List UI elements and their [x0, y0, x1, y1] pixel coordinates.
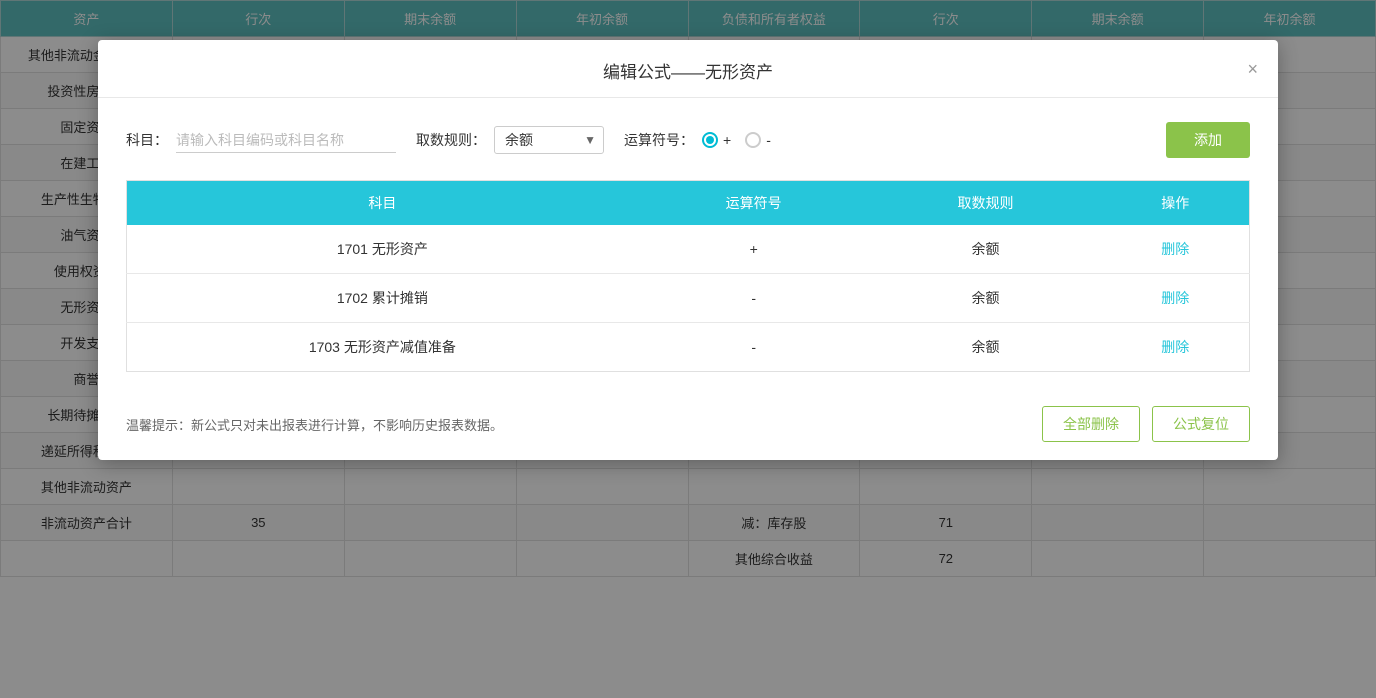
operator-radio-group: + -: [702, 132, 771, 148]
row3-rule: 余额: [870, 323, 1102, 372]
row2-subject: 1702 累计摊销: [127, 274, 638, 323]
rule-label: 取数规则：: [416, 130, 486, 150]
row3-subject: 1703 无形资产减值准备: [127, 323, 638, 372]
subject-label: 科目：: [126, 130, 168, 150]
radio-circle-plus: [702, 132, 718, 148]
operator-label: 运算符号：: [624, 130, 694, 150]
modal-header: 编辑公式——无形资产 ×: [98, 40, 1278, 98]
operator-plus-label: +: [723, 132, 731, 148]
modal-footer: 温馨提示：新公式只对未出报表进行计算，不影响历史报表数据。 全部删除 公式复位: [98, 392, 1278, 460]
row3-action: 删除: [1102, 323, 1250, 372]
col-subject: 科目: [127, 181, 638, 226]
col-operator: 运算符号: [638, 181, 870, 226]
table-row: 1703 无形资产减值准备 - 余额 删除: [127, 323, 1250, 372]
radio-circle-minus: [745, 132, 761, 148]
modal-title: 编辑公式——无形资产: [603, 58, 773, 83]
row2-action: 删除: [1102, 274, 1250, 323]
row1-rule: 余额: [870, 225, 1102, 274]
col-action: 操作: [1102, 181, 1250, 226]
modal-dialog: 编辑公式——无形资产 × 科目： 取数规则： 余额 借方: [98, 40, 1278, 460]
row2-operator: -: [638, 274, 870, 323]
operator-group: 运算符号： + -: [624, 130, 771, 150]
row3-operator: -: [638, 323, 870, 372]
table-header-row: 科目 运算符号 取数规则 操作: [127, 181, 1250, 226]
footer-buttons: 全部删除 公式复位: [1042, 406, 1250, 442]
modal-body: 科目： 取数规则： 余额 借方 贷方 借方发生额 贷方发生额 ▼: [98, 98, 1278, 392]
operator-plus-radio[interactable]: +: [702, 132, 731, 148]
formula-table: 科目 运算符号 取数规则 操作 1701 无形资产 + 余额 删除: [126, 180, 1250, 372]
row2-rule: 余额: [870, 274, 1102, 323]
operator-minus-label: -: [766, 132, 771, 148]
operator-minus-radio[interactable]: -: [745, 132, 771, 148]
add-button[interactable]: 添加: [1166, 122, 1250, 158]
row3-delete-link[interactable]: 删除: [1161, 339, 1189, 355]
delete-all-button[interactable]: 全部删除: [1042, 406, 1140, 442]
subject-group: 科目：: [126, 128, 396, 153]
row1-action: 删除: [1102, 225, 1250, 274]
footer-tip: 温馨提示：新公式只对未出报表进行计算，不影响历史报表数据。: [126, 415, 503, 434]
subject-input[interactable]: [176, 128, 396, 153]
modal-close-button[interactable]: ×: [1247, 60, 1258, 78]
rule-group: 取数规则： 余额 借方 贷方 借方发生额 贷方发生额 ▼: [416, 126, 604, 154]
col-rule: 取数规则: [870, 181, 1102, 226]
form-row: 科目： 取数规则： 余额 借方 贷方 借方发生额 贷方发生额 ▼: [126, 122, 1250, 158]
table-row: 1702 累计摊销 - 余额 删除: [127, 274, 1250, 323]
row1-delete-link[interactable]: 删除: [1161, 241, 1189, 257]
reset-formula-button[interactable]: 公式复位: [1152, 406, 1250, 442]
row2-delete-link[interactable]: 删除: [1161, 290, 1189, 306]
rule-select[interactable]: 余额 借方 贷方 借方发生额 贷方发生额: [494, 126, 604, 154]
table-row: 1701 无形资产 + 余额 删除: [127, 225, 1250, 274]
rule-select-wrapper: 余额 借方 贷方 借方发生额 贷方发生额 ▼: [494, 126, 604, 154]
row1-operator: +: [638, 225, 870, 274]
modal-overlay: 编辑公式——无形资产 × 科目： 取数规则： 余额 借方: [0, 0, 1376, 698]
row1-subject: 1701 无形资产: [127, 225, 638, 274]
